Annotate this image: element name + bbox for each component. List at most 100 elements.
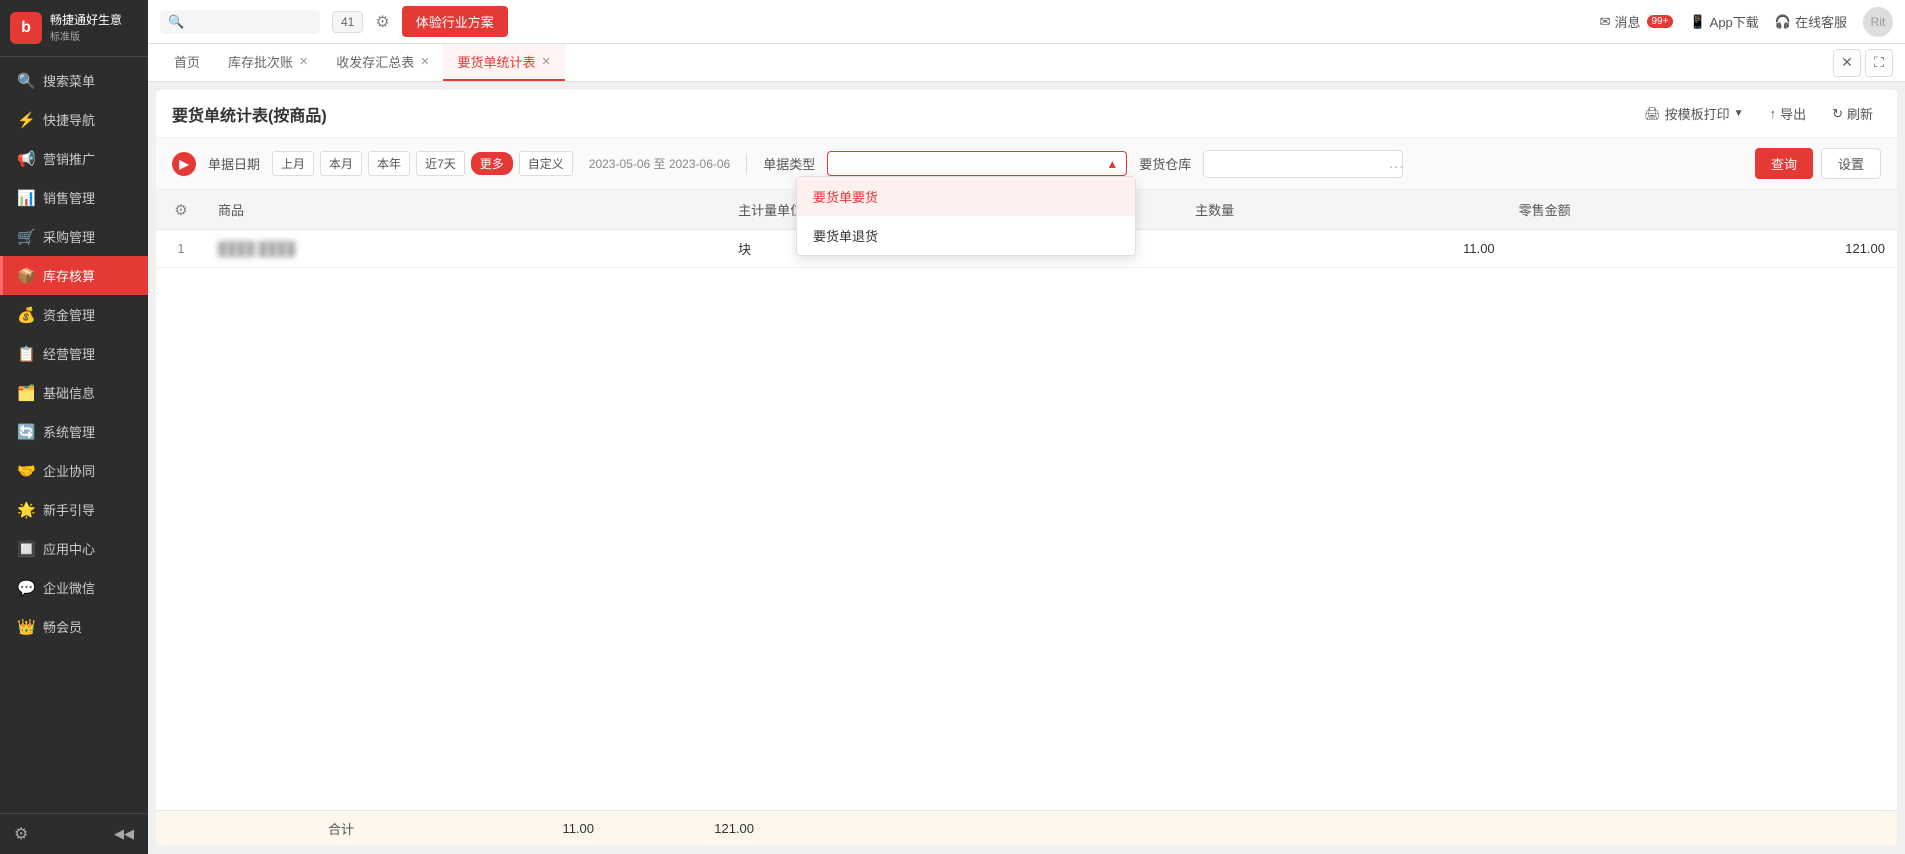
search-input[interactable] — [188, 15, 308, 29]
tab-home[interactable]: 首页 — [160, 44, 214, 81]
row-quantity: 11.00 — [1183, 230, 1507, 268]
settings-button[interactable]: 设置 — [1821, 148, 1881, 179]
sidebar-item-member[interactable]: 👑 畅会员 — [0, 607, 148, 646]
user-name-display: Rit — [1871, 15, 1886, 29]
more-dates-btn[interactable]: 更多 — [471, 152, 513, 175]
tab-order-summary[interactable]: 要货单统计表 ✕ — [443, 44, 564, 81]
sidebar-item-search[interactable]: 🔍 搜索菜单 — [0, 61, 148, 100]
row-product: ████ ████ — [206, 230, 726, 268]
filter-divider — [746, 154, 747, 174]
warehouse-input[interactable] — [1212, 156, 1388, 171]
sidebar-item-label: 采购管理 — [43, 227, 95, 246]
tab-inventory-batch-label: 库存批次账 — [228, 52, 293, 71]
sidebar-item-label: 基础信息 — [43, 383, 95, 402]
sidebar-item-label: 快捷导航 — [43, 110, 95, 129]
header-settings-icon[interactable]: ⚙ — [375, 12, 389, 32]
print-by-template-btn[interactable]: 🖨 按模板打印 ▼ — [1636, 100, 1751, 127]
sidebar-item-label: 畅会员 — [43, 617, 82, 636]
box-icon: 📦 — [17, 267, 35, 285]
sidebar-logo: b 畅捷通好生意 标准版 — [0, 0, 148, 57]
sidebar-item-quick-nav[interactable]: ⚡ 快捷导航 — [0, 100, 148, 139]
sidebar-item-label: 新手引导 — [43, 500, 95, 519]
dropdown-item-yaohuodanyaohuo[interactable]: 要货单要货 — [797, 177, 1135, 216]
tabs-right-controls: ✕ ⛶ — [1833, 49, 1893, 77]
order-type-input[interactable] — [836, 156, 1096, 171]
brand-text: 畅捷通好生意 标准版 — [50, 13, 122, 44]
sidebar-item-marketing[interactable]: 📢 营销推广 — [0, 139, 148, 178]
sidebar-item-inventory[interactable]: 📦 库存核算 — [0, 256, 148, 295]
export-btn[interactable]: ↑ 导出 — [1762, 100, 1815, 127]
header-search-box[interactable]: 🔍 — [160, 10, 320, 34]
tab-close-icon[interactable]: ✕ — [299, 55, 308, 68]
maximize-btn[interactable]: ⛶ — [1865, 49, 1893, 77]
refresh-icon: ↻ — [1832, 106, 1843, 122]
query-button[interactable]: 查询 — [1755, 148, 1813, 179]
search-icon: 🔍 — [168, 14, 184, 30]
warehouse-label: 要货仓库 — [1139, 154, 1191, 173]
page-actions: 🖨 按模板打印 ▼ ↑ 导出 ↻ 刷新 — [1636, 100, 1881, 127]
sidebar-item-operation[interactable]: 📋 经营管理 — [0, 334, 148, 373]
sidebar-item-enterprise[interactable]: 🤝 企业协同 — [0, 451, 148, 490]
warehouse-more-icon[interactable]: … — [1388, 155, 1404, 173]
lightning-icon: ⚡ — [17, 111, 35, 129]
online-service-btn[interactable]: 🎧 在线客服 — [1775, 12, 1847, 31]
tab-close-icon[interactable]: ✕ — [420, 55, 429, 68]
this-year-btn[interactable]: 本年 — [368, 151, 410, 176]
money-icon: 💰 — [17, 306, 35, 324]
last-7-days-btn[interactable]: 近7天 — [416, 151, 465, 176]
sidebar-item-basic[interactable]: 🗂️ 基础信息 — [0, 373, 148, 412]
sidebar-item-label: 资金管理 — [43, 305, 95, 324]
sidebar-item-sales[interactable]: 📊 销售管理 — [0, 178, 148, 217]
app-download-btn[interactable]: 📱 App下载 — [1689, 12, 1758, 31]
tab-recv-summary-label: 收发存汇总表 — [336, 52, 414, 71]
sidebar-item-label: 库存核算 — [43, 266, 95, 285]
dropdown-item-yaohuodantuihuo[interactable]: 要货单退货 — [797, 216, 1135, 255]
sidebar-item-appstore[interactable]: 🔲 应用中心 — [0, 529, 148, 568]
warehouse-select-wrap[interactable]: … — [1203, 150, 1403, 178]
order-type-select-wrap[interactable]: ▲ — [827, 151, 1127, 176]
order-type-label: 单据类型 — [763, 154, 815, 173]
tab-recv-summary[interactable]: 收发存汇总表 ✕ — [322, 44, 443, 81]
data-table-wrap: ⚙ 商品 主计量单位 主数量 零售金额 1 ████ ████ — [156, 190, 1897, 810]
brand-sub: 标准版 — [50, 28, 122, 43]
user-menu[interactable]: Rit — [1863, 7, 1893, 37]
tab-inventory-batch[interactable]: 库存批次账 ✕ — [214, 44, 322, 81]
custom-date-btn[interactable]: 自定义 — [519, 151, 573, 176]
sidebar-item-label: 经营管理 — [43, 344, 95, 363]
filter-expand-btn[interactable]: ▶ — [172, 152, 196, 176]
footer-total-label: 合计 — [328, 819, 354, 838]
sidebar-item-wechat[interactable]: 💬 企业微信 — [0, 568, 148, 607]
date-range-display: 2023-05-06 至 2023-06-06 — [589, 155, 730, 172]
page-header: 要货单统计表(按商品) 🖨 按模板打印 ▼ ↑ 导出 ↻ 刷新 — [156, 90, 1897, 138]
column-settings-icon[interactable]: ⚙ — [174, 201, 187, 219]
close-all-btn[interactable]: ✕ — [1833, 49, 1861, 77]
sidebar-item-finance[interactable]: 💰 资金管理 — [0, 295, 148, 334]
this-month-btn[interactable]: 本月 — [320, 151, 362, 176]
last-month-btn[interactable]: 上月 — [272, 151, 314, 176]
messages-btn[interactable]: ✉ 消息 99+ — [1600, 12, 1674, 31]
search-icon: 🔍 — [17, 72, 35, 90]
tab-close-icon[interactable]: ✕ — [542, 55, 551, 68]
phone-icon: 📱 — [1689, 14, 1705, 30]
refresh-label: 刷新 — [1847, 104, 1873, 123]
messages-label: 消息 — [1614, 12, 1640, 31]
cart-icon: 🛒 — [17, 228, 35, 246]
tab-order-summary-label: 要货单统计表 — [457, 52, 535, 71]
sidebar-item-guide[interactable]: 🌟 新手引导 — [0, 490, 148, 529]
sidebar-item-label: 应用中心 — [43, 539, 95, 558]
chart-icon: 📊 — [17, 189, 35, 207]
trial-button[interactable]: 体验行业方案 — [402, 6, 508, 37]
sidebar-item-purchase[interactable]: 🛒 采购管理 — [0, 217, 148, 256]
brand-name: 畅捷通好生意 — [50, 13, 122, 29]
chevron-up-icon[interactable]: ▲ — [1106, 157, 1118, 171]
sidebar-item-system[interactable]: 🔄 系统管理 — [0, 412, 148, 451]
sidebar-collapse-icon[interactable]: ◀◀ — [114, 826, 134, 842]
folder-icon: 🗂️ — [17, 384, 35, 402]
message-icon: ✉ — [1600, 14, 1611, 30]
user-avatar: Rit — [1863, 7, 1893, 37]
filter-action-buttons: 查询 设置 — [1755, 148, 1881, 179]
order-type-dropdown: 要货单要货 要货单退货 — [796, 176, 1136, 256]
sidebar-settings-icon[interactable]: ⚙ — [14, 824, 28, 844]
refresh-btn[interactable]: ↻ 刷新 — [1824, 100, 1881, 127]
main-area: 🔍 41 ⚙ 体验行业方案 ✉ 消息 99+ 📱 App下载 🎧 在线客服 Ri… — [148, 0, 1905, 854]
